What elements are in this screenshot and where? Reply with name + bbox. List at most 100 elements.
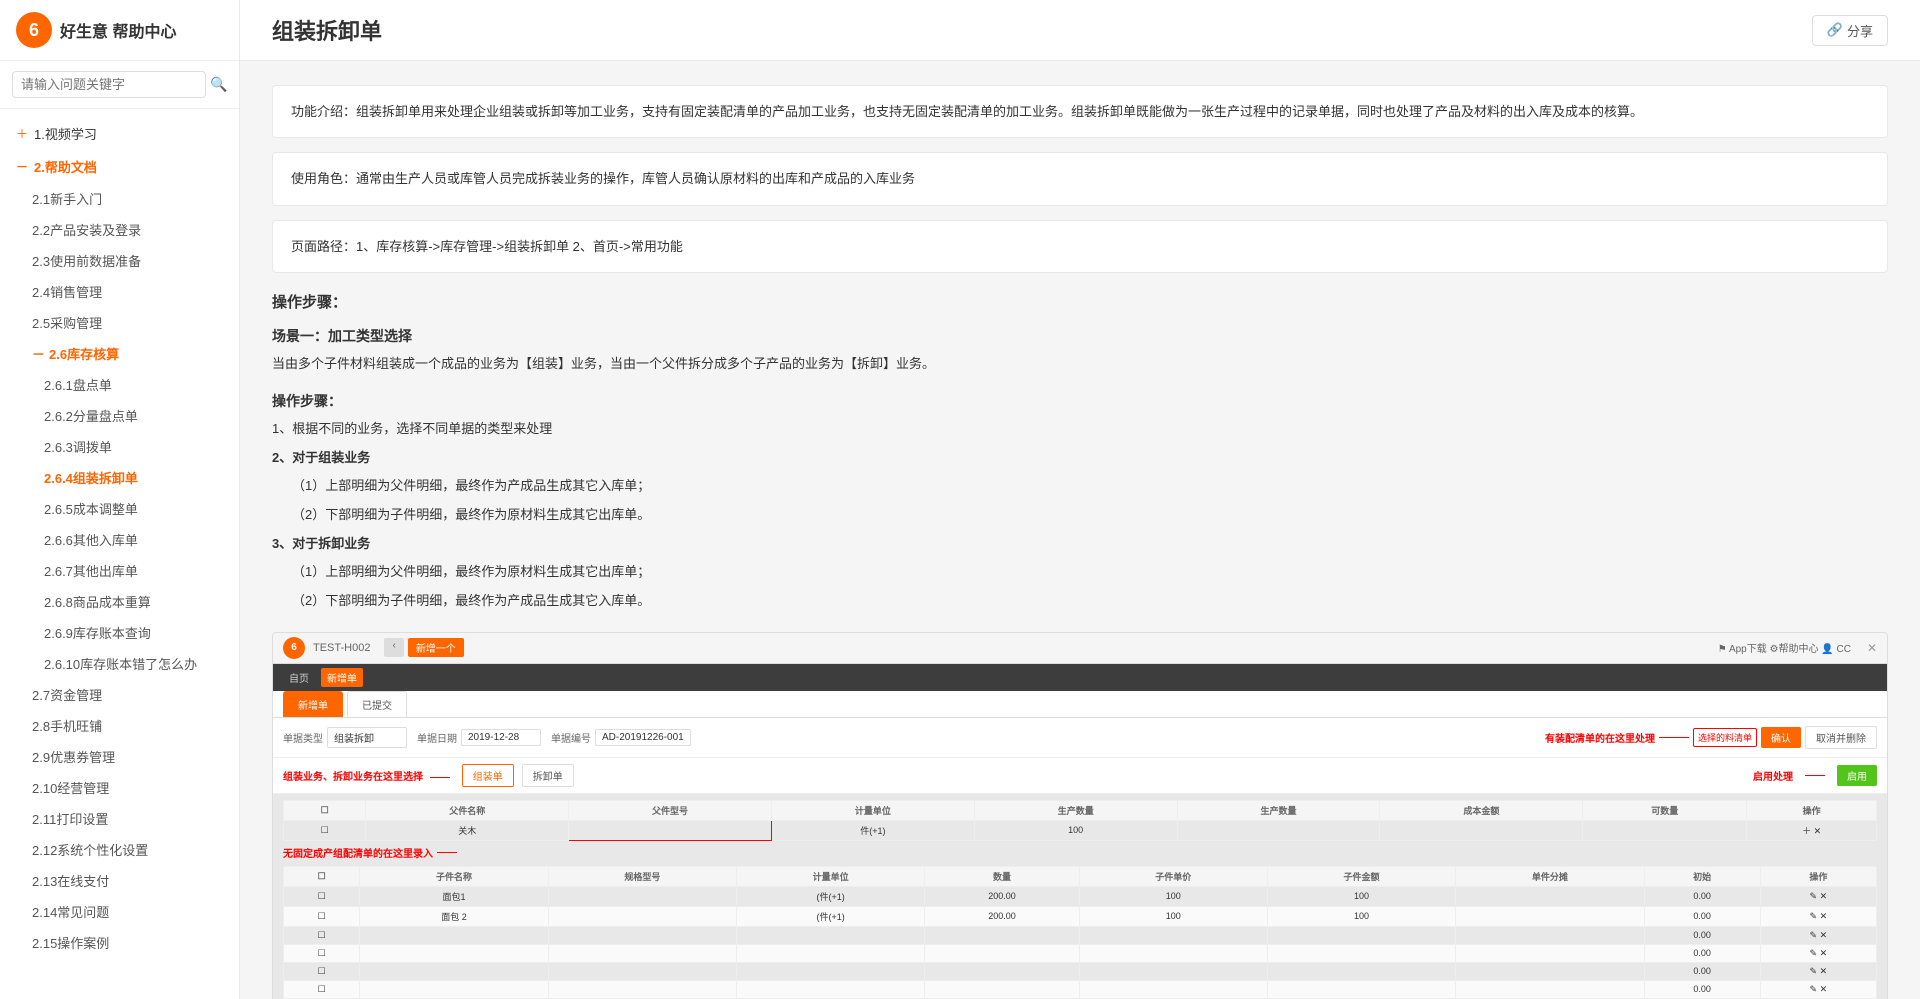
sidebar-item-2-4[interactable]: 2.4销售管理 bbox=[0, 276, 239, 307]
screenshot-image: 6 TEST-H002 ‹ 新增一个 ⚑ App下载 ⚙帮助中心 👤 CC ✕ … bbox=[273, 633, 1887, 999]
field-no-value[interactable]: AD-20191226-001 bbox=[595, 729, 691, 746]
nav-new-order[interactable]: 新增单 bbox=[321, 668, 363, 687]
step2-2: （2）下部明细为子件明细，最终作为原材料生成其它出库单。 bbox=[272, 503, 1888, 528]
tab-new[interactable]: 新增单 bbox=[283, 691, 343, 717]
confirm-btn[interactable]: 确认 bbox=[1761, 727, 1801, 748]
annotation2-text: 组装业务、拆卸业务在这里选择 bbox=[283, 768, 454, 783]
field-type: 单据类型 组装拆卸 bbox=[283, 727, 407, 748]
app-logo-small: 6 bbox=[283, 637, 305, 659]
minus-icon-2-6: － bbox=[32, 344, 45, 363]
share-button[interactable]: 🔗 分享 bbox=[1812, 15, 1888, 46]
search-input[interactable] bbox=[12, 71, 206, 98]
sidebar-item-2-10[interactable]: 2.10经营管理 bbox=[0, 772, 239, 803]
field-no: 单据编号 AD-20191226-001 bbox=[551, 729, 691, 746]
app-nav-bar: 自页 新增单 bbox=[273, 664, 1887, 691]
col-header-5: 生产数量 bbox=[1177, 800, 1380, 820]
sidebar-item-2-13[interactable]: 2.13在线支付 bbox=[0, 865, 239, 896]
sidebar-item-2-11[interactable]: 2.11打印设置 bbox=[0, 803, 239, 834]
scene1-desc: 当由多个子件材料组装成一个成品的业务为【组装】业务，当由一个父件拆分成多个子产品… bbox=[272, 352, 1888, 377]
sidebar-item-2[interactable]: － 2.帮助文档 bbox=[0, 150, 239, 183]
annotation1-btn[interactable]: 选择的料清单 bbox=[1693, 728, 1757, 747]
cancel-btn[interactable]: 取消并删除 bbox=[1805, 726, 1877, 749]
annotation1-text: 有装配清单的在这里处理 bbox=[1545, 730, 1655, 745]
search-icon[interactable]: 🔍 bbox=[210, 76, 227, 93]
col-header-3: 计量单位 bbox=[771, 800, 974, 820]
sub-table-row-3: ☐0.00✎ ✕ bbox=[284, 926, 1877, 944]
tab-bar: 新增单 已提交 bbox=[273, 691, 1887, 718]
sidebar-item-2-6-6[interactable]: 2.6.6其他入库单 bbox=[0, 524, 239, 555]
sub-col-header-3: 计量单位 bbox=[737, 866, 925, 886]
step2: 2、对于组装业务 bbox=[272, 446, 1888, 471]
nav-home[interactable]: 自页 bbox=[283, 668, 315, 687]
form-area: 单据类型 组装拆卸 单据日期 2019-12-28 单据编号 AD-201912… bbox=[273, 718, 1887, 758]
cell-model[interactable] bbox=[569, 820, 772, 840]
type-btn-assembly[interactable]: 组装单 bbox=[462, 764, 514, 787]
sidebar-item-2-12[interactable]: 2.12系统个性化设置 bbox=[0, 834, 239, 865]
sidebar-item-2-6-7[interactable]: 2.6.7其他出库单 bbox=[0, 555, 239, 586]
cell-qty1: 100 bbox=[974, 820, 1177, 840]
type-btn-disassembly[interactable]: 拆卸单 bbox=[522, 764, 574, 787]
cell-qty2 bbox=[1177, 820, 1380, 840]
sub-col-header-1: 子件名称 bbox=[360, 866, 548, 886]
sidebar-header: 6 好生意 帮助中心 bbox=[0, 0, 239, 61]
sidebar-item-2-3[interactable]: 2.3使用前数据准备 bbox=[0, 245, 239, 276]
scene1-title: 场景一：加工类型选择 bbox=[272, 326, 1888, 346]
sub-table-row-4: ☐0.00✎ ✕ bbox=[284, 944, 1877, 962]
sub-table-row-2: ☐ 面包 2 (件(+1) 200.00 100 100 0.00 ✎ ✕ bbox=[284, 906, 1877, 926]
chrome-close-icon[interactable]: ✕ bbox=[1867, 641, 1877, 655]
sidebar-item-2-6-9[interactable]: 2.6.9库存账本查询 bbox=[0, 617, 239, 648]
info-text-2: 使用角色：通常由生产人员或库管人员完成拆装业务的操作，库管人员确认原材料的出库和… bbox=[291, 171, 915, 186]
main-header: 组装拆卸单 🔗 分享 bbox=[240, 0, 1920, 61]
sidebar-item-2-6-3[interactable]: 2.6.3调拨单 bbox=[0, 431, 239, 462]
sidebar-item-2-9[interactable]: 2.9优惠券管理 bbox=[0, 741, 239, 772]
sidebar-item-2-6-10[interactable]: 2.6.10库存账本错了怎么办 bbox=[0, 648, 239, 679]
sidebar-item-2-2[interactable]: 2.2产品安装及登录 bbox=[0, 214, 239, 245]
sub-col-header-6: 子件金额 bbox=[1267, 866, 1455, 886]
chrome-btn-prev[interactable]: ‹ bbox=[384, 638, 403, 657]
minus-icon: － bbox=[16, 158, 28, 175]
sidebar-item-2-5[interactable]: 2.5采购管理 bbox=[0, 307, 239, 338]
chrome-btn-new[interactable]: 新增一个 bbox=[408, 638, 464, 657]
sidebar-item-1[interactable]: ＋ 1.视频学习 bbox=[0, 117, 239, 150]
sub-table-row-1: ☐ 面包1 (件(+1) 200.00 100 100 0.00 ✎ ✕ bbox=[284, 886, 1877, 906]
sidebar-item-2-6-5[interactable]: 2.6.5成本调整单 bbox=[0, 493, 239, 524]
col-header-7: 可数量 bbox=[1583, 800, 1747, 820]
sidebar-item-2-6-8[interactable]: 2.6.8商品成本重算 bbox=[0, 586, 239, 617]
ops-steps-title: 操作步骤： bbox=[272, 391, 1888, 411]
info-text-3: 页面路径：1、库存核算->库存管理->组装拆卸单 2、首页->常用功能 bbox=[291, 239, 683, 254]
table-row: ☐ 关木 件(+1) 100 ＋ ✕ bbox=[284, 820, 1877, 840]
share-icon: 🔗 bbox=[1827, 22, 1843, 38]
sidebar-item-2-6-1[interactable]: 2.6.1盘点单 bbox=[0, 369, 239, 400]
annotation4-arrow bbox=[437, 852, 457, 853]
col-header-ops: 操作 bbox=[1747, 800, 1877, 820]
sidebar-item-2-14[interactable]: 2.14常见问题 bbox=[0, 896, 239, 927]
cell-unit: 件(+1) bbox=[771, 820, 974, 840]
field-date-value[interactable]: 2019-12-28 bbox=[461, 729, 541, 746]
sidebar-item-2-7[interactable]: 2.7资金管理 bbox=[0, 679, 239, 710]
sidebar-item-2-6-4[interactable]: 2.6.4组装拆卸单 bbox=[0, 462, 239, 493]
chrome-app-id: TEST-H002 bbox=[313, 642, 370, 654]
field-type-value[interactable]: 组装拆卸 bbox=[327, 727, 407, 748]
sidebar-item-2-8[interactable]: 2.8手机旺铺 bbox=[0, 710, 239, 741]
sub-col-header-ops: 操作 bbox=[1760, 866, 1876, 886]
tab-submitted[interactable]: 已提交 bbox=[347, 691, 407, 717]
col-header-1: 父件名称 bbox=[366, 800, 569, 820]
sidebar-item-2-1[interactable]: 2.1新手入门 bbox=[0, 183, 239, 214]
step2-1: （1）上部明细为父件明细，最终作为产成品生成其它入库单； bbox=[272, 474, 1888, 499]
sidebar-item-2-6-2[interactable]: 2.6.2分量盘点单 bbox=[0, 400, 239, 431]
annotation4-text: 无固定成产组配清单的在这里录入 bbox=[283, 845, 433, 860]
sidebar-item-2-15[interactable]: 2.15操作案例 bbox=[0, 927, 239, 958]
chrome-icons: ⚑ App下载 ⚙帮助中心 👤 CC bbox=[1718, 640, 1851, 655]
sub-table-row-5: ☐0.00✎ ✕ bbox=[284, 962, 1877, 980]
step3: 3、对于拆卸业务 bbox=[272, 532, 1888, 557]
nav-tree: ＋ 1.视频学习 － 2.帮助文档 2.1新手入门 2.2产品安装及登录 2.3… bbox=[0, 109, 239, 999]
sub-col-header-8: 初始 bbox=[1644, 866, 1760, 886]
field-date: 单据日期 2019-12-28 bbox=[417, 729, 541, 746]
sidebar-item-2-6[interactable]: － 2.6库存核算 bbox=[0, 338, 239, 369]
type-selector: 组装业务、拆卸业务在这里选择 组装单 拆卸单 启用处理 启用 bbox=[273, 758, 1887, 794]
info-text-1: 功能介绍：组装拆卸单用来处理企业组装或拆卸等加工业务，支持有固定装配清单的产品加… bbox=[291, 104, 1643, 119]
sub-table: ☐ 子件名称 规格型号 计量单位 数量 子件单价 子件金额 单件分摊 初始 操作 bbox=[283, 866, 1877, 999]
main: 组装拆卸单 🔗 分享 功能介绍：组装拆卸单用来处理企业组装或拆卸等加工业务，支持… bbox=[240, 0, 1920, 999]
enable-btn[interactable]: 启用 bbox=[1837, 765, 1877, 786]
main-table: ☐ 父件名称 父件型号 计量单位 生产数量 生产数量 成本金额 可数量 操作 bbox=[283, 800, 1877, 841]
